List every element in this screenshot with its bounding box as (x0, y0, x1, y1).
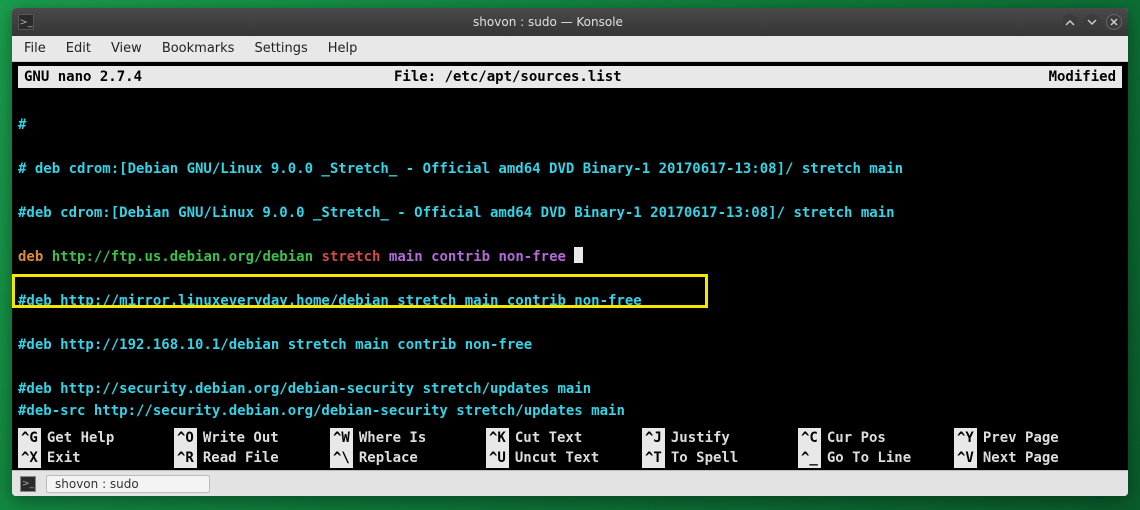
text-cursor (574, 247, 583, 263)
editor-line: # (18, 114, 1122, 136)
shortcut-uncut-text: ^UUncut Text (486, 448, 642, 468)
terminal-viewport[interactable]: GNU nano 2.7.4 File: /etc/apt/sources.li… (12, 62, 1128, 470)
nano-header: GNU nano 2.7.4 File: /etc/apt/sources.li… (18, 66, 1122, 88)
shortcut-cur-pos: ^CCur Pos (798, 428, 954, 448)
shortcut-exit: ^XExit (18, 448, 174, 468)
shortcut-replace: ^\Replace (330, 448, 486, 468)
shortcut-get-help: ^GGet Help (18, 428, 174, 448)
shortcut-go-to-line: ^_Go To Line (798, 448, 954, 468)
close-button[interactable] (1106, 14, 1122, 30)
nano-file-label: File: /etc/apt/sources.list (394, 69, 622, 85)
token-deb: deb (18, 249, 43, 265)
maximize-button[interactable] (1084, 14, 1100, 30)
editor-content: # # deb cdrom:[Debian GNU/Linux 9.0.0 _S… (18, 88, 1122, 422)
shortcut-row-2: ^XExit ^RRead File ^\Replace ^UUncut Tex… (18, 448, 1122, 468)
window-title: shovon : sudo — Konsole (42, 15, 1054, 29)
editor-active-line: deb http://ftp.us.debian.org/debian stre… (18, 246, 1122, 268)
shortcut-row-1: ^GGet Help ^OWrite Out ^WWhere Is ^KCut … (18, 428, 1122, 448)
shortcut-cut-text: ^KCut Text (486, 428, 642, 448)
shortcut-where-is: ^WWhere Is (330, 428, 486, 448)
menu-bar: File Edit View Bookmarks Settings Help (12, 36, 1128, 62)
new-tab-icon[interactable]: >_ (20, 476, 36, 492)
menu-settings[interactable]: Settings (254, 41, 307, 56)
token-components: main contrib non-free (389, 249, 566, 265)
terminal-tab[interactable]: shovon : sudo (46, 475, 210, 493)
shortcut-write-out: ^OWrite Out (174, 428, 330, 448)
minimize-button[interactable] (1062, 14, 1078, 30)
token-dist: stretch (321, 249, 380, 265)
shortcut-read-file: ^RRead File (174, 448, 330, 468)
nano-app-name: GNU nano 2.7.4 (24, 69, 142, 85)
menu-edit[interactable]: Edit (66, 41, 91, 56)
window-titlebar: >_ shovon : sudo — Konsole (12, 8, 1128, 36)
editor-line: # deb cdrom:[Debian GNU/Linux 9.0.0 _Str… (18, 158, 1122, 180)
shortcut-next-page: ^VNext Page (954, 448, 1110, 468)
menu-file[interactable]: File (24, 41, 46, 56)
menu-view[interactable]: View (111, 41, 142, 56)
editor-line: #deb http://security.debian.org/debian-s… (18, 378, 1122, 400)
konsole-window: >_ shovon : sudo — Konsole File Edit Vie… (12, 8, 1128, 496)
token-url: http://ftp.us.debian.org/debian (52, 249, 313, 265)
menu-bookmarks[interactable]: Bookmarks (162, 41, 235, 56)
editor-line: #deb http://192.168.10.1/debian stretch … (18, 334, 1122, 356)
terminal-tab-label: shovon : sudo (55, 477, 139, 491)
nano-status: Modified (1049, 69, 1116, 85)
konsole-tab-bar: >_ shovon : sudo (12, 470, 1128, 496)
app-icon: >_ (18, 14, 34, 30)
shortcut-to-spell: ^TTo Spell (642, 448, 798, 468)
window-controls (1062, 14, 1122, 30)
editor-line: #deb cdrom:[Debian GNU/Linux 9.0.0 _Stre… (18, 202, 1122, 224)
editor-line: #deb http://mirror.linuxeveryday.home/de… (18, 290, 1122, 312)
nano-shortcut-bar: ^GGet Help ^OWrite Out ^WWhere Is ^KCut … (18, 428, 1122, 468)
editor-line: #deb-src http://security.debian.org/debi… (18, 400, 1122, 422)
menu-help[interactable]: Help (328, 41, 358, 56)
shortcut-prev-page: ^YPrev Page (954, 428, 1110, 448)
shortcut-justify: ^JJustify (642, 428, 798, 448)
